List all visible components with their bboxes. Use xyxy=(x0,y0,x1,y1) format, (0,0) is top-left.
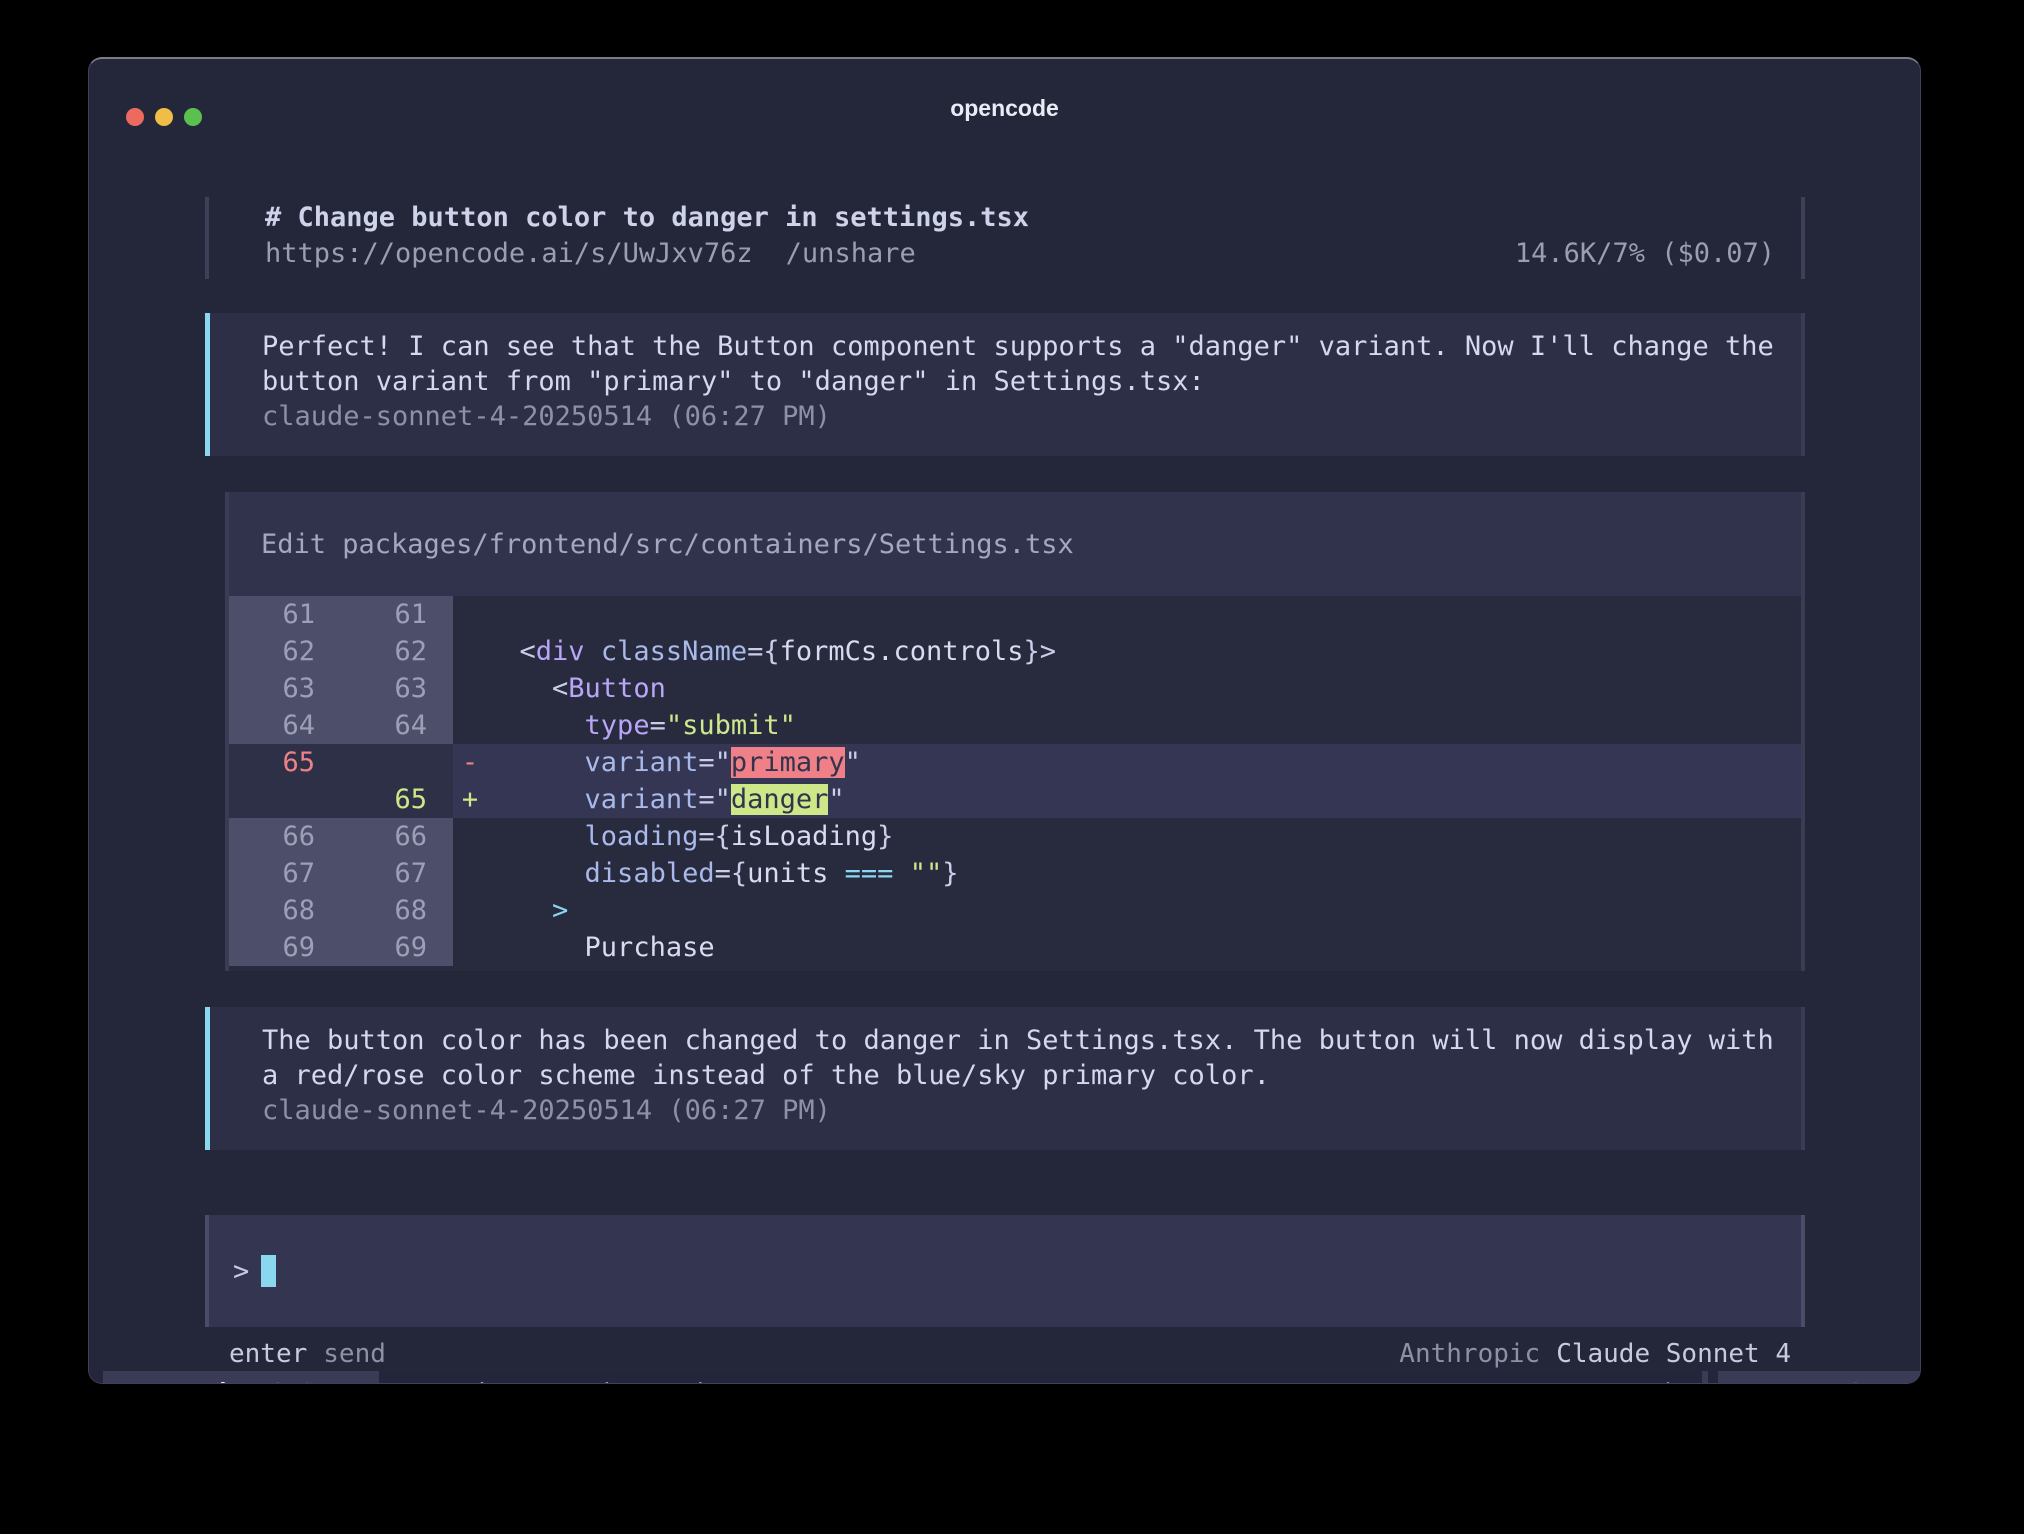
line-number-old: 61 xyxy=(229,596,341,633)
edit-tool-card: Edit packages/frontend/src/containers/Se… xyxy=(225,492,1805,971)
app-window: opencode # Change button color to danger… xyxy=(88,57,1921,1384)
line-number-new: 67 xyxy=(341,855,453,892)
session-title: # Change button color to danger in setti… xyxy=(265,201,1775,235)
message-text: Perfect! I can see that the Button compo… xyxy=(262,329,1781,399)
session-subheader: https://opencode.ai/s/UwJxv76z /unshare … xyxy=(265,237,1775,271)
code-line: <div className={formCs.controls}> xyxy=(487,633,1801,670)
prompt-input[interactable]: > xyxy=(205,1215,1805,1327)
line-number-old: 68 xyxy=(229,892,341,929)
line-number-new xyxy=(341,744,453,781)
app-name: open xyxy=(121,1378,181,1384)
code-line: variant="primary" xyxy=(487,744,1801,781)
line-number-new: 64 xyxy=(341,707,453,744)
message-text: The button color has been changed to dan… xyxy=(262,1023,1781,1093)
code-line: type="submit" xyxy=(487,707,1801,744)
diff-marker xyxy=(453,633,487,670)
statusbar-divider xyxy=(1702,1371,1708,1384)
line-number-new: 65 xyxy=(341,781,453,818)
model-label: Claude Sonnet 4 xyxy=(1556,1337,1791,1371)
diff-row: 6161 xyxy=(229,596,1801,633)
diff-row: 6666 loading={isLoading} xyxy=(229,818,1801,855)
diff-marker xyxy=(453,818,487,855)
diff-marker xyxy=(453,855,487,892)
line-number-new: 66 xyxy=(341,818,453,855)
send-action-hint: send xyxy=(323,1337,386,1371)
diff-marker xyxy=(453,929,487,966)
line-number-old: 64 xyxy=(229,707,341,744)
diff-marker xyxy=(453,892,487,929)
assistant-message: Perfect! I can see that the Button compo… xyxy=(205,313,1805,456)
message-meta: claude-sonnet-4-20250514 (06:27 PM) xyxy=(262,1093,1781,1128)
diff-marker xyxy=(453,596,487,633)
message-meta: claude-sonnet-4-20250514 (06:27 PM) xyxy=(262,399,1781,434)
mode-badge: BUILDMODE xyxy=(1718,1371,1920,1384)
session-header: # Change button color to danger in setti… xyxy=(205,197,1805,279)
line-number-new: 69 xyxy=(341,929,453,966)
diff-row: 6767 disabled={units === ""} xyxy=(229,855,1801,892)
tab-key-hint[interactable]: tab xyxy=(1634,1371,1679,1384)
share-url[interactable]: https://opencode.ai/s/UwJxv76z xyxy=(265,237,753,271)
line-number-new: 63 xyxy=(341,670,453,707)
diff-row: 65 - variant="primary" xyxy=(229,744,1801,781)
window-title: opencode xyxy=(89,95,1920,122)
diff-rows: 61616262 <div className={formCs.controls… xyxy=(229,596,1801,966)
line-number-old: 62 xyxy=(229,633,341,670)
code-line: Purchase xyxy=(487,929,1801,966)
titlebar: opencode xyxy=(89,59,1920,129)
line-number-old: 63 xyxy=(229,670,341,707)
working-directory: ~/Desktop/Projects/demo-notes-app xyxy=(403,1371,900,1384)
diff-marker xyxy=(453,707,487,744)
diff-row: 6464 type="submit" xyxy=(229,707,1801,744)
diff-marker: - xyxy=(453,744,487,781)
diff-row: 65+ variant="danger" xyxy=(229,781,1801,818)
enter-key-hint: enter xyxy=(229,1337,307,1371)
code-line: disabled={units === ""} xyxy=(487,855,1801,892)
unshare-command[interactable]: /unshare xyxy=(786,237,916,271)
diff-row: 6363 <Button xyxy=(229,670,1801,707)
line-number-old: 66 xyxy=(229,818,341,855)
provider-label: Anthropic xyxy=(1399,1337,1540,1371)
code-line: <Button xyxy=(487,670,1801,707)
statusbar: opencodev0.3.11 ~/Desktop/Projects/demo-… xyxy=(89,1371,1920,1384)
diff-row: 6969 Purchase xyxy=(229,929,1801,966)
assistant-message: The button color has been changed to dan… xyxy=(205,1007,1805,1150)
line-number-old: 65 xyxy=(229,744,341,781)
app-version: v0.3.11 xyxy=(255,1378,360,1384)
line-number-old: 67 xyxy=(229,855,341,892)
text-cursor xyxy=(261,1255,276,1287)
code-line: variant="danger" xyxy=(487,781,1801,818)
hints-row: enter send Anthropic Claude Sonnet 4 xyxy=(229,1337,1791,1371)
diff-row: 6868 > xyxy=(229,892,1801,929)
diff-row: 6262 <div className={formCs.controls}> xyxy=(229,633,1801,670)
diff-marker: + xyxy=(453,781,487,818)
line-number-old xyxy=(229,781,341,818)
edit-tool-title: Edit packages/frontend/src/containers/Se… xyxy=(229,492,1801,596)
code-line xyxy=(487,596,1801,633)
line-number-old: 69 xyxy=(229,929,341,966)
app-version-chip: opencodev0.3.11 xyxy=(103,1371,379,1384)
code-line: > xyxy=(487,892,1801,929)
line-number-new: 68 xyxy=(341,892,453,929)
line-number-new: 61 xyxy=(341,596,453,633)
screen: opencode # Change button color to danger… xyxy=(0,0,2024,1534)
token-usage: 14.6K/7% ($0.07) xyxy=(1515,237,1775,271)
code-line: loading={isLoading} xyxy=(487,818,1801,855)
diff-view: 61616262 <div className={formCs.controls… xyxy=(229,596,1801,971)
line-number-new: 62 xyxy=(341,633,453,670)
diff-marker xyxy=(453,670,487,707)
prompt-symbol: > xyxy=(233,1256,249,1287)
